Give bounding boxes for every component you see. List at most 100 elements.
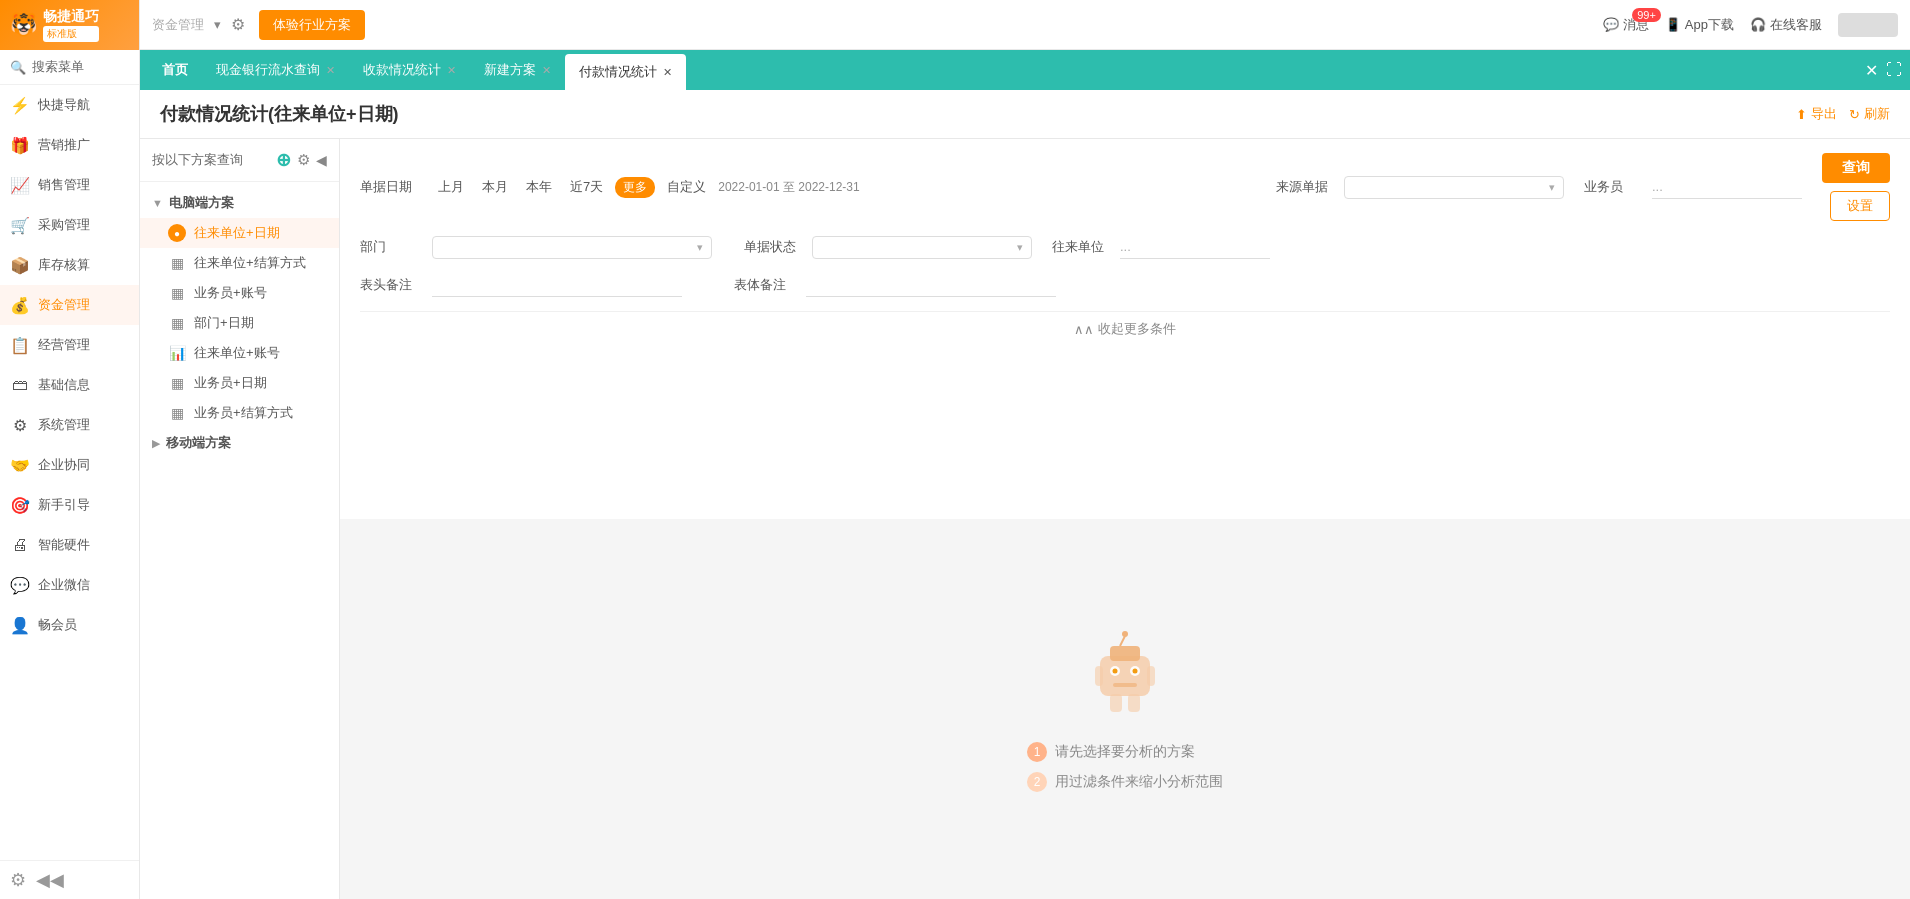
svg-rect-1 <box>1110 646 1140 661</box>
date-last-month[interactable]: 上月 <box>432 176 470 198</box>
partner-label: 往来单位 <box>1052 238 1112 256</box>
sidebar-item-wechat[interactable]: 💬 企业微信 <box>0 565 139 605</box>
sidebar-item-fund[interactable]: 💰 资金管理 <box>0 285 139 325</box>
scheme-item-staff-account[interactable]: ▦ 业务员+账号 <box>140 278 339 308</box>
scheme-settings-icon[interactable]: ⚙ <box>297 151 310 169</box>
svg-point-12 <box>1122 631 1128 637</box>
scheme-item-partner-settle[interactable]: ▦ 往来单位+结算方式 <box>140 248 339 278</box>
collapse-sidebar-icon[interactable]: ◀◀ <box>36 869 64 891</box>
sales-icon: 📈 <box>10 175 30 195</box>
sidebar-item-system[interactable]: ⚙ 系统管理 <box>0 405 139 445</box>
dept-select[interactable]: ▾ <box>432 236 712 259</box>
body-note-input[interactable] <box>806 273 1056 297</box>
query-btn[interactable]: 查询 <box>1822 153 1890 183</box>
sidebar-item-search[interactable]: 🔍 搜索菜单 <box>0 50 139 85</box>
sidebar-item-purchase[interactable]: 🛒 采购管理 <box>0 205 139 245</box>
collapse-more-btn[interactable]: ∧∧ 收起更多条件 <box>360 311 1890 346</box>
topbar-gear-icon[interactable]: ⚙ <box>231 15 245 34</box>
source-label: 来源单据 <box>1276 178 1336 196</box>
doc-status-select-arrow: ▾ <box>1017 241 1023 254</box>
service-icon: 🎧 <box>1750 17 1766 32</box>
maximize-btn[interactable]: ⛶ <box>1886 61 1902 80</box>
close-all-tabs-btn[interactable]: ✕ <box>1865 61 1878 80</box>
user-avatar[interactable] <box>1838 13 1898 37</box>
source-select[interactable]: ▾ <box>1344 176 1564 199</box>
scheme-item-partner-account[interactable]: 📊 往来单位+账号 <box>140 338 339 368</box>
scheme-item-dept-date[interactable]: ▦ 部门+日期 <box>140 308 339 338</box>
doc-status-label: 单据状态 <box>744 238 804 256</box>
tab-new-plan[interactable]: 新建方案 ✕ <box>470 50 565 90</box>
sidebar-item-member[interactable]: 👤 畅会员 <box>0 605 139 645</box>
staff-value[interactable]: ... <box>1652 175 1802 199</box>
enterprise-icon: 🤝 <box>10 455 30 475</box>
results-area: 1 请先选择要分析的方案 2 用过滤条件来缩小分析范围 <box>340 519 1910 899</box>
sidebar-item-quick-nav[interactable]: ⚡ 快捷导航 <box>0 85 139 125</box>
message-btn[interactable]: 💬 消息 99+ <box>1603 16 1649 34</box>
search-icon: 🔍 <box>10 60 26 75</box>
purchase-icon: 🛒 <box>10 215 30 235</box>
scheme-item-staff-account-label: 业务员+账号 <box>194 284 267 302</box>
filter-setting-btn[interactable]: 设置 <box>1830 191 1890 221</box>
scheme-collapse-icon[interactable]: ◀ <box>316 152 327 168</box>
app-download-btn[interactable]: 📱 App下载 <box>1665 16 1734 34</box>
scheme-panel-title: 按以下方案查询 <box>152 151 243 169</box>
sidebar-item-hardware[interactable]: 🖨 智能硬件 <box>0 525 139 565</box>
desktop-section-header[interactable]: ▼ 电脑端方案 <box>140 188 339 218</box>
date-last-7days[interactable]: 近7天 <box>564 176 609 198</box>
page-title: 付款情况统计(往来单位+日期) <box>160 102 399 126</box>
tab-receipt-close[interactable]: ✕ <box>447 64 456 77</box>
add-scheme-btn[interactable]: ⊕ <box>276 149 291 171</box>
svg-rect-10 <box>1128 694 1140 712</box>
tab-home[interactable]: 首页 <box>148 50 202 90</box>
sidebar-item-sales[interactable]: 📈 销售管理 <box>0 165 139 205</box>
partner-value[interactable]: ... <box>1120 235 1270 259</box>
scheme-item-partner-date-icon: ● <box>168 224 186 242</box>
doc-status-select[interactable]: ▾ <box>812 236 1032 259</box>
scheme-item-staff-settle[interactable]: ▦ 业务员+结算方式 <box>140 398 339 428</box>
fund-icon: 💰 <box>10 295 30 315</box>
scheme-item-partner-date[interactable]: ● 往来单位+日期 <box>140 218 339 248</box>
topbar-dropdown-arrow[interactable]: ▾ <box>214 17 221 32</box>
mobile-section-header[interactable]: ▶ 移动端方案 <box>140 428 339 458</box>
scheme-item-partner-settle-icon: ▦ <box>168 254 186 272</box>
sidebar-item-guide[interactable]: 🎯 新手引导 <box>0 485 139 525</box>
scheme-item-staff-settle-label: 业务员+结算方式 <box>194 404 293 422</box>
scheme-item-partner-account-icon: 📊 <box>168 344 186 362</box>
trial-btn[interactable]: 体验行业方案 <box>259 10 365 40</box>
tab-new-plan-close[interactable]: ✕ <box>542 64 551 77</box>
sidebar-search-label: 搜索菜单 <box>32 58 84 76</box>
date-this-month[interactable]: 本月 <box>476 176 514 198</box>
export-btn[interactable]: ⬆ 导出 <box>1796 105 1837 123</box>
date-more[interactable]: 更多 <box>615 177 655 198</box>
filter-content: 单据日期 上月 本月 本年 近7天 更多 自定义 2022-01-01 至 20… <box>340 139 1910 360</box>
dept-select-arrow: ▾ <box>697 241 703 254</box>
scheme-panel-actions: ⊕ ⚙ ◀ <box>276 149 327 171</box>
basic-icon: 🗃 <box>10 375 30 395</box>
tab-bank[interactable]: 现金银行流水查询 ✕ <box>202 50 349 90</box>
date-this-year[interactable]: 本年 <box>520 176 558 198</box>
tab-bank-close[interactable]: ✕ <box>326 64 335 77</box>
message-icon: 💬 <box>1603 17 1619 32</box>
content-area: 按以下方案查询 ⊕ ⚙ ◀ ▼ 电脑端方案 ● 往来单位+日期 <box>140 139 1910 899</box>
page-header: 付款情况统计(往来单位+日期) ⬆ 导出 ↻ 刷新 <box>140 90 1910 139</box>
desktop-section-title: 电脑端方案 <box>169 194 234 212</box>
scheme-item-partner-date-label: 往来单位+日期 <box>194 224 280 242</box>
scheme-item-dept-date-icon: ▦ <box>168 314 186 332</box>
sidebar-item-inventory[interactable]: 📦 库存核算 <box>0 245 139 285</box>
scheme-item-staff-date[interactable]: ▦ 业务员+日期 <box>140 368 339 398</box>
sidebar-item-basic[interactable]: 🗃 基础信息 <box>0 365 139 405</box>
refresh-btn[interactable]: ↻ 刷新 <box>1849 105 1890 123</box>
header-note-input[interactable] <box>432 273 682 297</box>
tab-bank-label: 现金银行流水查询 <box>216 61 320 79</box>
date-custom[interactable]: 自定义 <box>661 176 712 198</box>
sidebar-item-operation[interactable]: 📋 经营管理 <box>0 325 139 365</box>
svg-rect-0 <box>1100 656 1150 696</box>
tab-payment-close[interactable]: ✕ <box>663 66 672 79</box>
tab-payment-stats[interactable]: 付款情况统计 ✕ <box>565 54 686 90</box>
desktop-section: ▼ 电脑端方案 ● 往来单位+日期 ▦ 往来单位+结算方式 ▦ 业务员+账号 <box>140 188 339 428</box>
online-service-btn[interactable]: 🎧 在线客服 <box>1750 16 1822 34</box>
tab-receipt-stats[interactable]: 收款情况统计 ✕ <box>349 50 470 90</box>
settings-bottom-icon[interactable]: ⚙ <box>10 869 26 891</box>
sidebar-item-enterprise[interactable]: 🤝 企业协同 <box>0 445 139 485</box>
sidebar-item-marketing[interactable]: 🎁 营销推广 <box>0 125 139 165</box>
